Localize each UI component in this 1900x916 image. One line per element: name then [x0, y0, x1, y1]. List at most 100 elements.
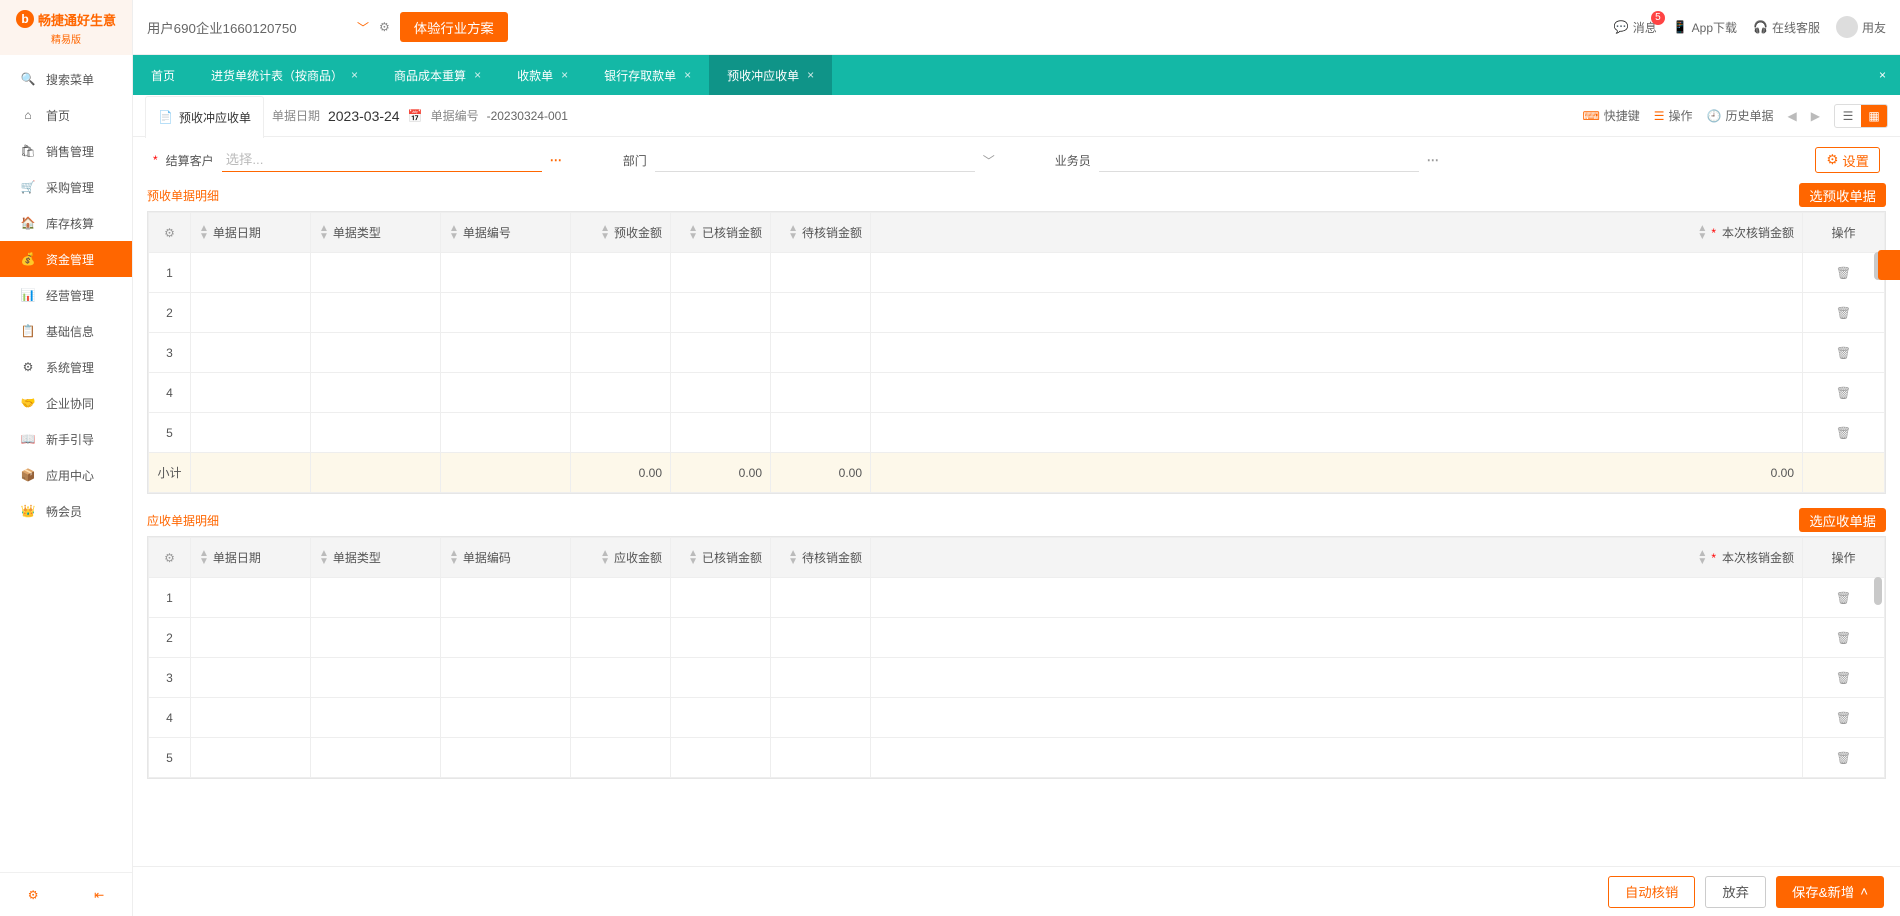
table-row[interactable]: 1🗑 — [149, 578, 1885, 618]
table-row[interactable]: 4🗑 — [149, 373, 1885, 413]
close-all-tabs[interactable]: × — [1865, 68, 1900, 82]
tab-0[interactable]: 首页 — [133, 55, 193, 95]
user-menu[interactable]: 用友 — [1836, 16, 1886, 38]
calendar-icon[interactable]: 📅 — [408, 109, 423, 123]
tab-label: 银行存取款单 — [604, 67, 676, 84]
sidebar-item-8[interactable]: ⚙系统管理 — [0, 349, 132, 385]
sort-icon[interactable]: ▲▼ — [788, 225, 798, 241]
trash-icon[interactable]: 🗑 — [1836, 711, 1851, 725]
scrollbar[interactable] — [1873, 252, 1883, 493]
sidebar-item-10[interactable]: 📖新手引导 — [0, 421, 132, 457]
sort-icon[interactable]: ▲▼ — [600, 550, 610, 566]
sidebar-item-5[interactable]: 💰资金管理 — [0, 241, 132, 277]
sidebar-item-3[interactable]: 🛒采购管理 — [0, 169, 132, 205]
view-list-button[interactable]: ☰ — [1835, 105, 1861, 127]
trash-icon[interactable]: 🗑 — [1836, 671, 1851, 685]
phone-icon: 📱 — [1673, 20, 1688, 34]
sort-icon[interactable]: ▲▼ — [688, 550, 698, 566]
company-select[interactable] — [147, 12, 347, 42]
auto-writeoff-button[interactable]: 自动核销 — [1608, 876, 1695, 908]
tab-1[interactable]: 进货单统计表（按商品）× — [193, 55, 376, 95]
customer-picker-icon[interactable]: ⋯ — [550, 153, 563, 167]
collapse-icon[interactable]: ⇤ — [94, 888, 104, 902]
operate-link[interactable]: ☰操作 — [1654, 107, 1693, 124]
sort-icon[interactable]: ▲▼ — [688, 225, 698, 241]
sidebar-item-2[interactable]: 🛍销售管理 — [0, 133, 132, 169]
shortcut-link[interactable]: ⌨快捷键 — [1582, 107, 1639, 124]
select-receivable-button[interactable]: 选应收单据 — [1799, 508, 1886, 532]
chevron-down-icon[interactable]: ﹀ — [983, 152, 995, 169]
sidebar-item-1[interactable]: ⌂首页 — [0, 97, 132, 133]
sidebar-item-6[interactable]: 📊经营管理 — [0, 277, 132, 313]
settings-button[interactable]: ⚙ 设置 — [1815, 147, 1880, 173]
sidebar-item-4[interactable]: 🏠库存核算 — [0, 205, 132, 241]
sort-icon[interactable]: ▲▼ — [600, 225, 610, 241]
scrollbar[interactable] — [1873, 577, 1883, 778]
trash-icon[interactable]: 🗑 — [1836, 386, 1851, 400]
receivable-title: 应收单据明细 — [147, 512, 219, 529]
table-row[interactable]: 3🗑 — [149, 333, 1885, 373]
chevron-down-icon[interactable]: ﹀ — [357, 19, 369, 36]
try-plan-button[interactable]: 体验行业方案 — [400, 12, 508, 42]
tab-3[interactable]: 收款单× — [499, 55, 586, 95]
tab-label: 首页 — [151, 67, 175, 84]
table-row[interactable]: 3🗑 — [149, 658, 1885, 698]
close-icon[interactable]: × — [807, 68, 814, 82]
tab-5[interactable]: 预收冲应收单× — [709, 55, 832, 95]
sort-icon[interactable]: ▲▼ — [319, 225, 329, 241]
date-value[interactable]: 2023-03-24 — [328, 108, 400, 124]
discard-button[interactable]: 放弃 — [1705, 876, 1766, 908]
sidebar-item-9[interactable]: 🤝企业协同 — [0, 385, 132, 421]
close-icon[interactable]: × — [474, 68, 481, 82]
messages-link[interactable]: 💬 消息 5 — [1614, 19, 1657, 36]
trash-icon[interactable]: 🗑 — [1836, 306, 1851, 320]
table-row[interactable]: 2🗑 — [149, 293, 1885, 333]
salesman-input[interactable] — [1099, 148, 1419, 172]
settings-icon[interactable]: ⚙ — [28, 888, 39, 902]
gear-icon[interactable]: ⚙ — [379, 20, 390, 34]
trash-icon[interactable]: 🗑 — [1836, 751, 1851, 765]
table-row[interactable]: 5🗑 — [149, 738, 1885, 778]
prev-icon[interactable]: ◀ — [1788, 109, 1797, 123]
salesman-picker-icon[interactable]: ⋯ — [1427, 153, 1440, 167]
trash-icon[interactable]: 🗑 — [1836, 426, 1851, 440]
trash-icon[interactable]: 🗑 — [1836, 346, 1851, 360]
sort-icon[interactable]: ▲▼ — [788, 550, 798, 566]
next-icon[interactable]: ▶ — [1811, 109, 1820, 123]
close-icon[interactable]: × — [561, 68, 568, 82]
customer-service-link[interactable]: 🎧 在线客服 — [1753, 19, 1820, 36]
gear-icon[interactable]: ⚙ — [164, 226, 175, 240]
side-panel-toggle[interactable] — [1878, 250, 1900, 280]
sidebar-item-12[interactable]: 👑畅会员 — [0, 493, 132, 529]
table-row[interactable]: 5🗑 — [149, 413, 1885, 453]
table-row[interactable]: 4🗑 — [149, 698, 1885, 738]
table-row[interactable]: 2🗑 — [149, 618, 1885, 658]
customer-input[interactable] — [222, 148, 542, 172]
sidebar-item-0[interactable]: 🔍搜索菜单 — [0, 61, 132, 97]
select-prepay-button[interactable]: 选预收单据 — [1799, 183, 1886, 207]
view-form-button[interactable]: ▦ — [1861, 105, 1887, 127]
sort-icon[interactable]: ▲▼ — [199, 225, 209, 241]
trash-icon[interactable]: 🗑 — [1836, 631, 1851, 645]
tab-4[interactable]: 银行存取款单 × — [586, 55, 709, 95]
table-row[interactable]: 1🗑 — [149, 253, 1885, 293]
sort-icon[interactable]: ▲▼ — [1697, 550, 1707, 566]
history-link[interactable]: 🕘历史单据 — [1707, 107, 1774, 124]
gear-icon[interactable]: ⚙ — [164, 551, 175, 565]
sidebar-item-7[interactable]: 📋基础信息 — [0, 313, 132, 349]
sort-icon[interactable]: ▲▼ — [199, 550, 209, 566]
trash-icon[interactable]: 🗑 — [1836, 266, 1851, 280]
sort-icon[interactable]: ▲▼ — [1697, 225, 1707, 241]
sort-icon[interactable]: ▲▼ — [449, 550, 459, 566]
app-download-link[interactable]: 📱 App下载 — [1673, 19, 1737, 36]
tab-2[interactable]: 商品成本重算× — [376, 55, 499, 95]
save-new-button[interactable]: 保存&新增 ˄ — [1776, 876, 1884, 908]
sort-icon[interactable]: ▲▼ — [319, 550, 329, 566]
sidebar-item-11[interactable]: 📦应用中心 — [0, 457, 132, 493]
prepay-title: 预收单据明细 — [147, 187, 219, 204]
dept-select[interactable] — [655, 148, 975, 172]
close-icon[interactable]: × — [351, 68, 358, 82]
close-icon[interactable]: × — [684, 68, 691, 82]
trash-icon[interactable]: 🗑 — [1836, 591, 1851, 605]
sort-icon[interactable]: ▲▼ — [449, 225, 459, 241]
